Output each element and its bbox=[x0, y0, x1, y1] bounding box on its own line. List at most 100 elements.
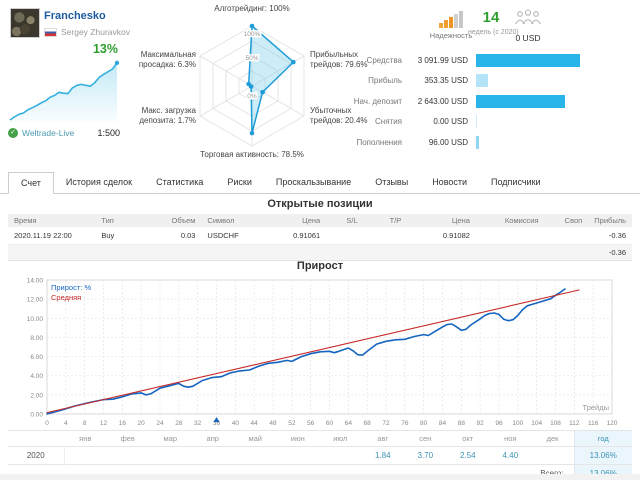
svg-text:12: 12 bbox=[100, 420, 108, 427]
stat-bar-track bbox=[476, 94, 634, 108]
stat-row: Нач. депозит 2 643.00 USD bbox=[342, 91, 634, 112]
svg-text:0%: 0% bbox=[247, 93, 257, 100]
tab-7[interactable]: Подписчики bbox=[479, 172, 553, 193]
col-header: Тип bbox=[95, 214, 152, 227]
avatar[interactable] bbox=[10, 8, 40, 38]
svg-text:0.00: 0.00 bbox=[30, 412, 43, 419]
legend-trend-series: Средняя bbox=[51, 293, 82, 302]
tab-account[interactable]: Счет bbox=[8, 172, 54, 194]
tab-4[interactable]: Проскальзывание bbox=[264, 172, 363, 193]
month-header: окт bbox=[446, 430, 489, 447]
broker-link[interactable]: Weltrade-Live bbox=[22, 128, 97, 138]
stat-bar-track bbox=[476, 53, 634, 67]
tab-2[interactable]: Статистика bbox=[144, 172, 215, 193]
svg-text:64: 64 bbox=[345, 420, 353, 427]
month-header: ноя bbox=[489, 430, 532, 447]
month-header: июл bbox=[319, 430, 362, 447]
stat-bar bbox=[476, 135, 480, 149]
stat-label: Средства bbox=[366, 55, 402, 65]
svg-text:20: 20 bbox=[138, 420, 146, 427]
svg-text:32: 32 bbox=[194, 420, 202, 427]
svg-text:8.00: 8.00 bbox=[30, 335, 43, 342]
svg-text:6.00: 6.00 bbox=[30, 354, 43, 361]
svg-text:4: 4 bbox=[64, 420, 68, 427]
stat-bar bbox=[476, 115, 477, 129]
stat-row: Прибыль 353.35 USD bbox=[342, 71, 634, 92]
svg-text:44: 44 bbox=[251, 420, 259, 427]
svg-text:8: 8 bbox=[83, 420, 87, 427]
month-header: июн bbox=[276, 430, 319, 447]
col-header: Прибыль bbox=[588, 214, 632, 227]
svg-text:76: 76 bbox=[401, 420, 409, 427]
tab-5[interactable]: Отзывы bbox=[363, 172, 420, 193]
svg-text:72: 72 bbox=[382, 420, 390, 427]
svg-text:52: 52 bbox=[288, 420, 296, 427]
svg-text:60: 60 bbox=[326, 420, 334, 427]
stat-value: 3 091.99 USD bbox=[417, 55, 468, 65]
month-header: мар bbox=[149, 430, 192, 447]
page-bottom-strip bbox=[0, 474, 640, 480]
svg-text:104: 104 bbox=[531, 420, 542, 427]
svg-text:116: 116 bbox=[588, 420, 599, 427]
monthly-growth-table: янв фев мар апр май июн июл авг сен окт ноя дек год 2… bbox=[8, 430, 632, 480]
tab-bar: Счет История сделок Статистика Риски Проскал… bbox=[0, 172, 640, 194]
col-header: Время bbox=[8, 214, 96, 227]
radar-axis-label: Максимальная просадка: 6.3% bbox=[138, 50, 196, 69]
svg-text:84: 84 bbox=[439, 420, 447, 427]
verified-check-icon: ✓ bbox=[8, 128, 18, 138]
radar-chart: 100% 50% 0% bbox=[199, 23, 305, 147]
stat-label: Прибыль bbox=[368, 76, 402, 86]
svg-text:Трейды: Трейды bbox=[583, 403, 609, 412]
svg-text:16: 16 bbox=[119, 420, 127, 427]
stat-value: 2 643.00 USD bbox=[417, 96, 468, 106]
author-link[interactable]: Sergey Zhuravkov bbox=[61, 27, 130, 37]
stat-value: 353.35 USD bbox=[424, 76, 468, 86]
growth-chart-title: Прирост bbox=[296, 260, 344, 272]
svg-text:100%: 100% bbox=[244, 31, 261, 38]
position-row: 2020.11.19 22:00 Buy 0.03 USDCHF 0.91061 0.91… bbox=[8, 227, 632, 245]
col-header: Комиссия bbox=[475, 214, 545, 227]
open-positions-title: Открытые позиции bbox=[267, 198, 373, 210]
month-header: апр bbox=[191, 430, 234, 447]
stat-bar-track bbox=[476, 74, 634, 88]
stat-bar bbox=[476, 94, 565, 108]
tab-1[interactable]: История сделок bbox=[54, 172, 144, 193]
month-header: янв bbox=[64, 430, 107, 447]
col-header: Объем bbox=[151, 214, 202, 227]
svg-text:96: 96 bbox=[495, 420, 503, 427]
svg-text:28: 28 bbox=[175, 420, 183, 427]
month-header: сен bbox=[404, 430, 447, 447]
year-growth-row: 2020 1.84 3.70 2.54 4.40 13.06% bbox=[8, 446, 632, 465]
radar-axis-label: Алготрейдинг: 100% bbox=[214, 4, 290, 13]
month-header: фев bbox=[106, 430, 149, 447]
stat-label: Снятия bbox=[375, 117, 402, 127]
month-header: май bbox=[234, 430, 277, 447]
stat-bar-track bbox=[476, 115, 634, 129]
svg-text:80: 80 bbox=[420, 420, 428, 427]
svg-text:24: 24 bbox=[156, 420, 164, 427]
svg-text:120: 120 bbox=[607, 420, 618, 427]
svg-text:0: 0 bbox=[45, 420, 49, 427]
svg-text:12.00: 12.00 bbox=[27, 297, 44, 304]
tab-6[interactable]: Новости bbox=[420, 172, 479, 193]
col-header: S/L bbox=[326, 214, 364, 227]
subscribers-icon bbox=[515, 9, 541, 25]
svg-text:14.00: 14.00 bbox=[27, 278, 44, 285]
open-positions-table: Время Тип Объем Символ Цена S/L T/P Цена Комисси… bbox=[8, 214, 632, 261]
tab-3[interactable]: Риски bbox=[215, 172, 264, 193]
stat-label: Нач. депозит bbox=[353, 96, 402, 106]
stat-row: Снятия 0.00 USD bbox=[342, 112, 634, 133]
month-header: авг bbox=[361, 430, 404, 447]
svg-text:48: 48 bbox=[269, 420, 277, 427]
russia-flag-icon bbox=[44, 28, 57, 37]
price-label: 0 USD bbox=[515, 33, 541, 43]
col-header: Цена bbox=[263, 214, 327, 227]
broker-row: ✓ Weltrade-Live 1:500 bbox=[8, 128, 120, 138]
signal-name-link[interactable]: Franchesko bbox=[44, 10, 106, 22]
svg-text:68: 68 bbox=[364, 420, 372, 427]
growth-sparkline-chart bbox=[8, 56, 120, 124]
stat-value: 96.00 USD bbox=[428, 137, 468, 147]
stat-row: Пополнения 96.00 USD bbox=[342, 132, 634, 153]
growth-chart: 0 4 8 12 16 20 24 28 32 36 40 44 48 52 56 60 64 68 72 76 80 8… bbox=[27, 278, 618, 428]
svg-text:10.00: 10.00 bbox=[27, 316, 44, 323]
